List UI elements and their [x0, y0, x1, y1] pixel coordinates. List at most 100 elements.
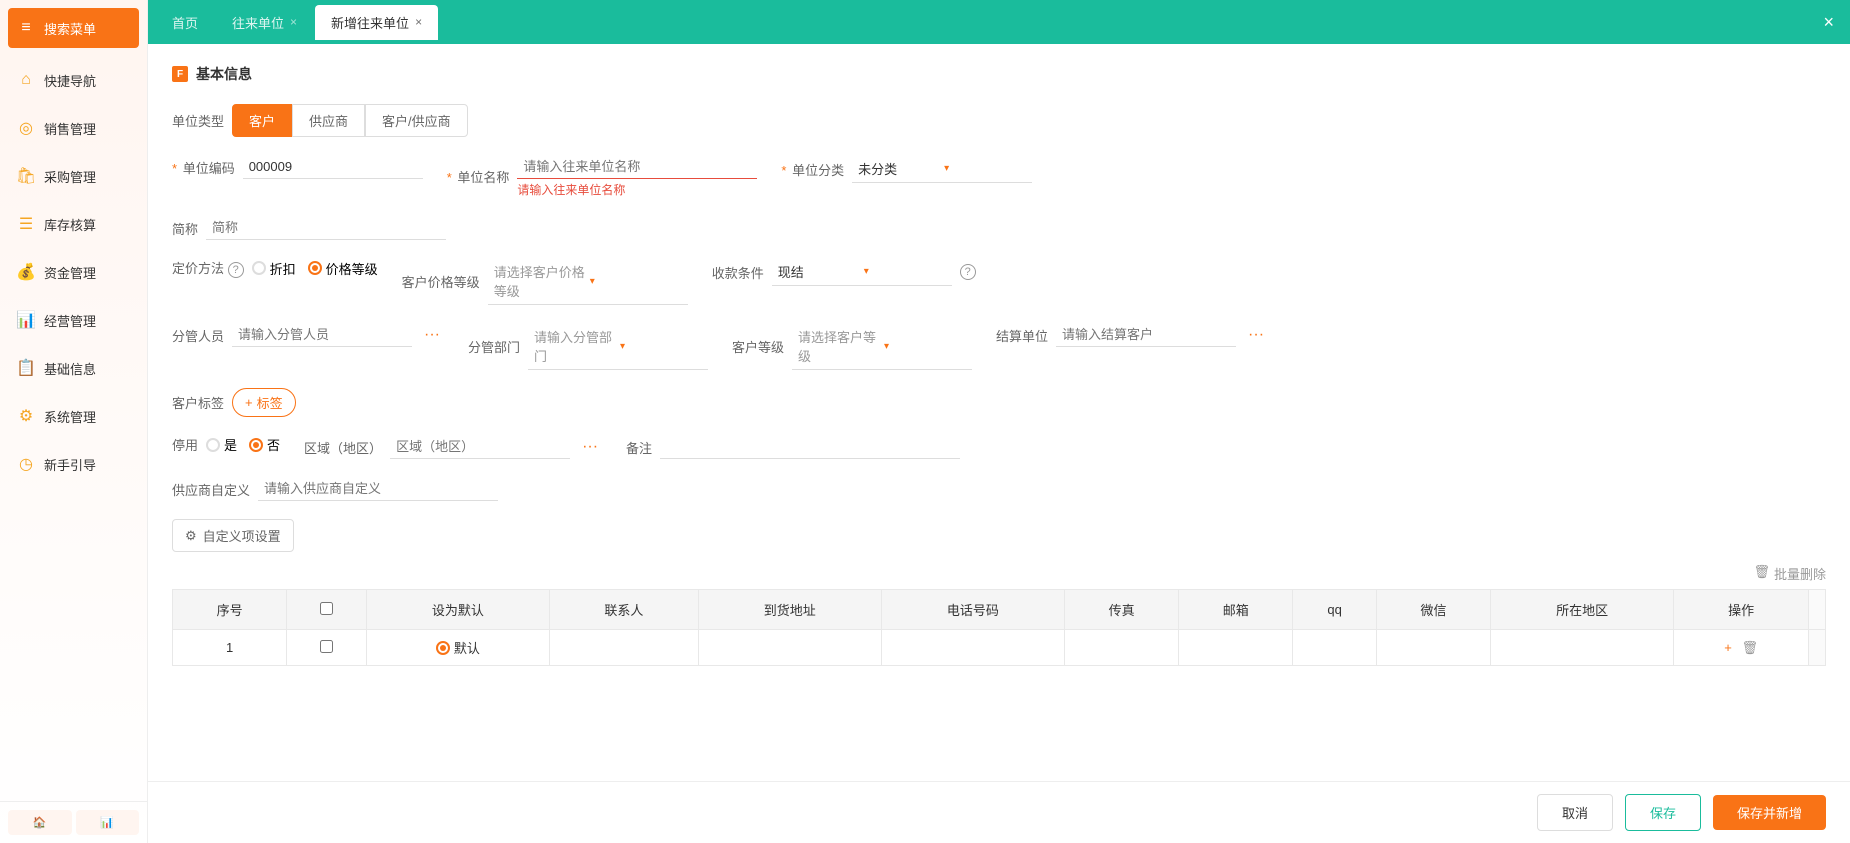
tags-field: 客户标签 + 标签	[172, 388, 296, 417]
footer: 取消 保存 保存并新增	[148, 781, 1850, 843]
manager-input[interactable]	[232, 323, 412, 347]
unit-category-label: * 单位分类	[781, 160, 844, 179]
sidebar-item-inventory[interactable]: ☰ 库存核算	[0, 200, 147, 248]
pricing-radio-price-level[interactable]: 价格等级	[308, 259, 378, 278]
td-contact	[549, 630, 698, 666]
chevron-down-icon: ▾	[590, 276, 682, 287]
unit-category-select[interactable]: 未分类 ▾	[852, 155, 1032, 183]
price-level-radio-label: 价格等级	[326, 259, 378, 278]
settlement-input[interactable]	[1056, 323, 1236, 347]
customer-price-select[interactable]: 请选择客户价格等级 ▾	[488, 258, 688, 305]
tab-new-partner[interactable]: 新增往来单位 ×	[315, 5, 438, 40]
disabled-no[interactable]: 否	[249, 435, 280, 454]
save-new-button[interactable]: 保存并新增	[1713, 795, 1826, 830]
sidebar-home-btn[interactable]: 🏠	[8, 810, 72, 835]
sidebar-item-finance[interactable]: 💰 资金管理	[0, 248, 147, 296]
sidebar-item-quick-nav[interactable]: ⌂ 快捷导航	[0, 56, 147, 104]
sidebar-stats-btn[interactable]: 📊	[76, 810, 140, 835]
chevron-down-icon: ▾	[944, 163, 1026, 174]
type-btn-customer[interactable]: 客户	[232, 104, 292, 137]
settlement-field: 结算单位 ···	[996, 323, 1268, 347]
unit-name-error: 请输入往来单位名称	[517, 181, 757, 198]
th-email: 邮箱	[1179, 590, 1293, 630]
pricing-help-icon[interactable]: ?	[228, 262, 244, 278]
main-content: 首页 往来单位 × 新增往来单位 × × F 基本信息 单位类型 客户 供应商 …	[148, 0, 1850, 843]
pricing-row: 定价方法 ? 折扣 价格等级 客户价格等级 请选择客户价	[172, 258, 1826, 305]
row-checkbox[interactable]	[320, 640, 333, 653]
settlement-more-btn[interactable]: ···	[1244, 324, 1268, 346]
manager-label: 分管人员	[172, 326, 224, 345]
default-label: 默认	[454, 638, 480, 657]
region-input[interactable]	[390, 435, 570, 459]
inventory-icon: ☰	[16, 214, 36, 234]
sidebar-item-guide[interactable]: ◷ 新手引导	[0, 440, 147, 488]
table-header-row: 序号 设为默认 联系人 到货地址 电话号码 传真 邮箱 qq 微信 所在地区 操…	[173, 590, 1826, 630]
default-radio[interactable]: 默认	[375, 638, 541, 657]
sidebar-search[interactable]: ≡ 搜索菜单	[8, 8, 139, 48]
td-fax	[1065, 630, 1179, 666]
customer-level-select[interactable]: 请选择客户等级 ▾	[792, 323, 972, 370]
operation-icon: 📊	[16, 310, 36, 330]
tab-new-partner-close[interactable]: ×	[415, 15, 422, 29]
payment-terms-select[interactable]: 现结 ▾	[772, 258, 952, 286]
payment-help-icon[interactable]: ?	[960, 264, 976, 280]
td-scrollbar	[1809, 630, 1826, 666]
dept-placeholder: 请输入分管部门	[534, 327, 616, 365]
customer-price-label: 客户价格等级	[402, 272, 480, 291]
th-checkbox	[287, 590, 367, 630]
region-label: 区域（地区）	[304, 438, 382, 457]
th-region: 所在地区	[1491, 590, 1674, 630]
disabled-yes[interactable]: 是	[206, 435, 237, 454]
chevron-down-icon: ▾	[884, 341, 966, 352]
sidebar-item-purchase[interactable]: 🛍 采购管理	[0, 152, 147, 200]
add-tag-btn[interactable]: + 标签	[232, 388, 296, 417]
window-close-btn[interactable]: ×	[1815, 12, 1842, 33]
tab-new-partner-label: 新增往来单位	[331, 13, 409, 32]
region-more-btn[interactable]: ···	[578, 436, 602, 458]
tab-partners[interactable]: 往来单位 ×	[216, 5, 313, 40]
custom-settings-btn[interactable]: ⚙ 自定义项设置	[172, 519, 294, 552]
sidebar-item-system[interactable]: ⚙ 系统管理	[0, 392, 147, 440]
cancel-button[interactable]: 取消	[1537, 794, 1613, 831]
payment-terms-value: 现结	[778, 262, 860, 281]
batch-delete-btn[interactable]: 🗑 批量删除	[172, 564, 1826, 583]
unit-name-input[interactable]	[517, 155, 757, 179]
sales-icon: ◎	[16, 118, 36, 138]
yes-radio-circle	[206, 438, 220, 452]
delete-row-btn[interactable]: 🗑	[1741, 640, 1758, 655]
sidebar: ≡ 搜索菜单 ⌂ 快捷导航 ◎ 销售管理 🛍 采购管理 ☰ 库存核算 💰 资金管…	[0, 0, 148, 843]
sidebar-item-basic[interactable]: 📋 基础信息	[0, 344, 147, 392]
type-btn-both[interactable]: 客户/供应商	[365, 104, 468, 137]
unit-code-input[interactable]	[243, 155, 423, 179]
tab-partners-close[interactable]: ×	[290, 15, 297, 29]
sidebar-search-label: 搜索菜单	[44, 19, 96, 38]
customer-level-label: 客户等级	[732, 337, 784, 356]
td-region	[1491, 630, 1674, 666]
tab-bar: 首页 往来单位 × 新增往来单位 × ×	[148, 0, 1850, 44]
sidebar-item-sales[interactable]: ◎ 销售管理	[0, 104, 147, 152]
add-row-btn[interactable]: +	[1724, 640, 1732, 655]
supplier-custom-input[interactable]	[258, 477, 498, 501]
sidebar-item-label: 采购管理	[44, 167, 96, 186]
table-row: 1 默认	[173, 630, 1826, 666]
remarks-input[interactable]	[660, 435, 960, 459]
customer-level-placeholder: 请选择客户等级	[798, 327, 880, 365]
sidebar-item-label: 新手引导	[44, 455, 96, 474]
unit-category-value: 未分类	[858, 159, 940, 178]
abbr-input[interactable]	[206, 216, 446, 240]
th-scrollbar	[1809, 590, 1826, 630]
abbr-field: 简称	[172, 216, 446, 240]
sidebar-item-label: 经营管理	[44, 311, 96, 330]
select-all-checkbox[interactable]	[320, 602, 333, 615]
save-button[interactable]: 保存	[1625, 794, 1701, 831]
dept-select[interactable]: 请输入分管部门 ▾	[528, 323, 708, 370]
add-tag-label: 标签	[257, 393, 283, 412]
purchase-icon: 🛍	[16, 166, 36, 186]
tab-home[interactable]: 首页	[156, 5, 214, 40]
unit-type-btn-group: 客户 供应商 客户/供应商	[232, 104, 468, 137]
pricing-radio-discount[interactable]: 折扣	[252, 259, 296, 278]
type-btn-supplier[interactable]: 供应商	[292, 104, 365, 137]
sidebar-item-operation[interactable]: 📊 经营管理	[0, 296, 147, 344]
manager-more-btn[interactable]: ···	[420, 324, 444, 346]
th-wechat: 微信	[1376, 590, 1490, 630]
